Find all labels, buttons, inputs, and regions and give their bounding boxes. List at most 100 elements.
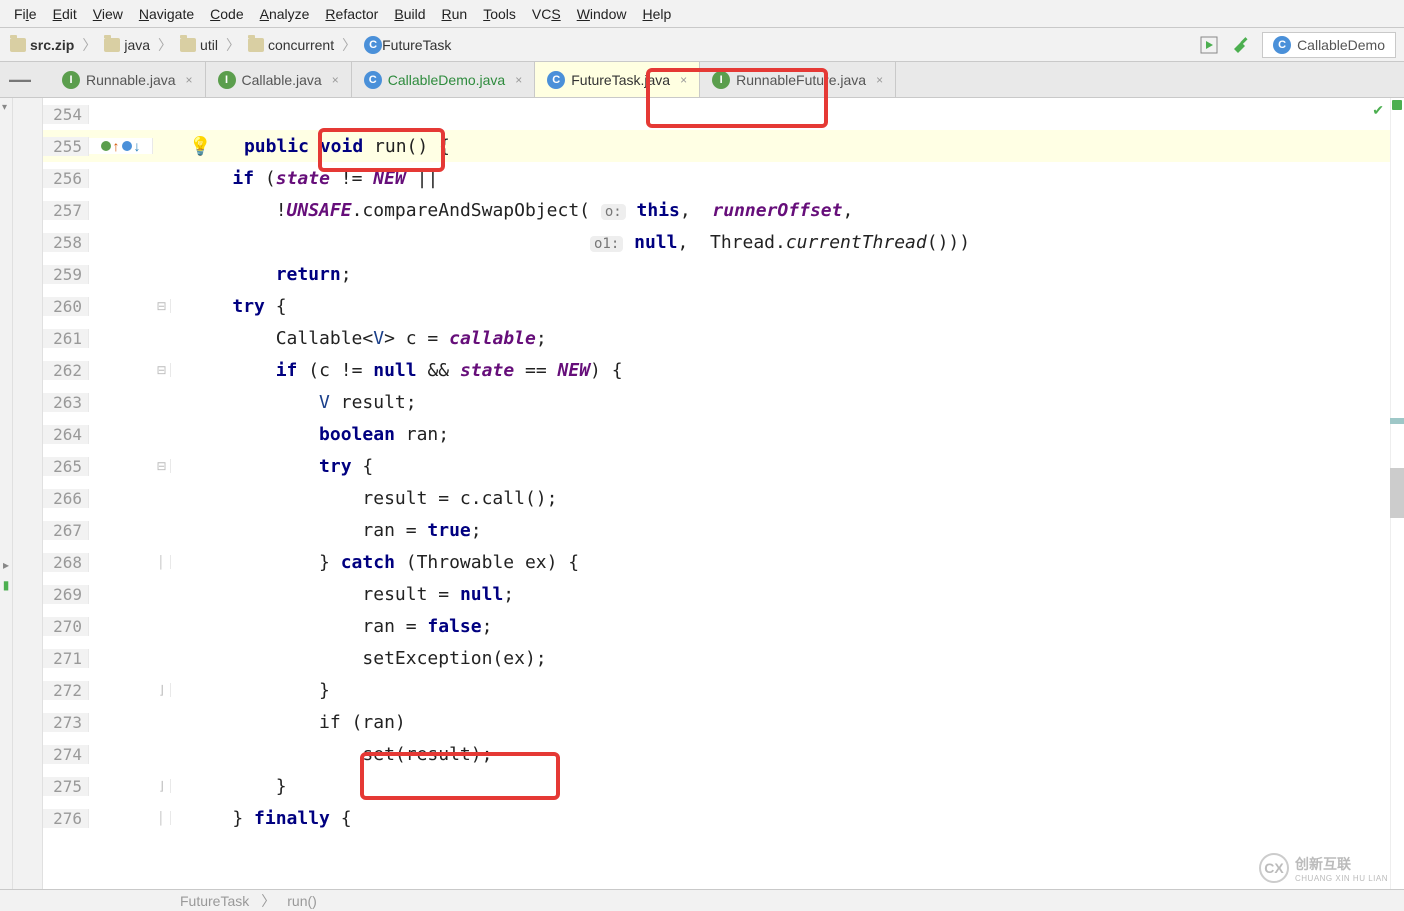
code-text[interactable]: } finally { (171, 808, 1404, 829)
fold-handle[interactable]: ⊟ (153, 363, 171, 377)
menu-navigate[interactable]: Navigate (131, 4, 202, 24)
line-number[interactable]: 262 (43, 361, 89, 380)
intention-bulb-icon[interactable]: 💡 (189, 136, 211, 157)
menu-analyze[interactable]: Analyze (252, 4, 318, 24)
code-line[interactable]: 275 ⌋ } (43, 770, 1404, 802)
code-text[interactable]: result = c.call(); (171, 488, 1404, 509)
structure-tool-icon[interactable]: ▸ (3, 558, 9, 572)
code-line[interactable]: 272⌋ } (43, 674, 1404, 706)
menu-file[interactable]: File (6, 4, 45, 24)
editor-tab[interactable]: CCallableDemo.java× (352, 62, 536, 97)
code-line[interactable]: 259 return; (43, 258, 1404, 290)
line-number[interactable]: 265 (43, 457, 89, 476)
breadcrumb-item[interactable]: C FutureTask (358, 36, 457, 54)
editor-breadcrumb[interactable]: FutureTask 〉 run() (0, 889, 1404, 911)
line-number[interactable]: 258 (43, 233, 89, 252)
right-split-tab[interactable]: C CallableDemo (1262, 32, 1396, 58)
line-number[interactable]: 261 (43, 329, 89, 348)
code-line[interactable]: 264 boolean ran; (43, 418, 1404, 450)
build-icon[interactable] (1230, 34, 1252, 56)
code-line[interactable]: 266 result = c.call(); (43, 482, 1404, 514)
code-line[interactable]: 261 Callable<V> c = callable; (43, 322, 1404, 354)
fold-handle[interactable]: ⊟ (153, 299, 171, 313)
gutter-markers[interactable]: ↑↓ (89, 138, 153, 154)
line-number[interactable]: 256 (43, 169, 89, 188)
breadcrumb-item[interactable]: java (98, 37, 156, 53)
bottom-crumb-class[interactable]: FutureTask (180, 893, 249, 909)
code-text[interactable]: set(result); (171, 744, 1404, 765)
code-line[interactable]: 270 ran = false; (43, 610, 1404, 642)
close-tab-icon[interactable]: × (680, 73, 687, 87)
breadcrumb-item[interactable]: src.zip (4, 37, 80, 53)
menu-build[interactable]: Build (386, 4, 433, 24)
line-number[interactable]: 254 (43, 105, 89, 124)
structure-bar-icon[interactable]: ▮ (3, 578, 10, 592)
line-number[interactable]: 271 (43, 649, 89, 668)
line-number[interactable]: 270 (43, 617, 89, 636)
code-line[interactable]: 269 result = null; (43, 578, 1404, 610)
fold-handle[interactable]: │ (153, 811, 171, 825)
collapse-project-icon[interactable]: — (0, 67, 40, 93)
editor-tab[interactable]: IRunnableFuture.java× (700, 62, 896, 97)
menu-tools[interactable]: Tools (475, 4, 524, 24)
line-number[interactable]: 273 (43, 713, 89, 732)
fold-handle[interactable]: ⌋ (153, 779, 171, 793)
breadcrumb-item[interactable]: concurrent (242, 37, 340, 53)
fold-minus-icon[interactable]: ⊟ (156, 363, 166, 377)
menu-vcs[interactable]: VCS (524, 4, 569, 24)
close-tab-icon[interactable]: × (515, 73, 522, 87)
overview-ruler[interactable] (1390, 98, 1404, 889)
code-text[interactable]: Callable<V> c = callable; (171, 328, 1404, 349)
close-tab-icon[interactable]: × (876, 73, 883, 87)
line-number[interactable]: 263 (43, 393, 89, 412)
code-text[interactable]: } (171, 776, 1404, 797)
code-line[interactable]: 260 ⊟ try { (43, 290, 1404, 322)
editor-tab[interactable]: IRunnable.java× (50, 62, 206, 97)
code-text[interactable]: !UNSAFE.compareAndSwapObject( o: this, r… (171, 200, 1404, 221)
code-text[interactable]: ran = true; (171, 520, 1404, 541)
override-up-icon[interactable] (101, 141, 111, 151)
line-number[interactable]: 257 (43, 201, 89, 220)
fold-minus-icon[interactable]: ⊟ (156, 299, 166, 313)
menu-help[interactable]: Help (635, 4, 680, 24)
code-text[interactable]: setException(ex); (171, 648, 1404, 669)
code-line[interactable]: 262⊟ if (c != null && state == NEW) { (43, 354, 1404, 386)
code-line[interactable]: 257 !UNSAFE.compareAndSwapObject( o: thi… (43, 194, 1404, 226)
line-number[interactable]: 266 (43, 489, 89, 508)
code-line[interactable]: 276│ } finally { (43, 802, 1404, 834)
code-text[interactable]: try { (171, 296, 1404, 317)
fold-handle[interactable]: ⊟ (153, 459, 171, 473)
code-line[interactable]: 268│ } catch (Throwable ex) { (43, 546, 1404, 578)
code-text[interactable]: V result; (171, 392, 1404, 413)
code-line[interactable]: 254 (43, 98, 1404, 130)
breadcrumb-item[interactable]: util (174, 37, 224, 53)
code-text[interactable]: boolean ran; (171, 424, 1404, 445)
code-text[interactable]: ran = false; (171, 616, 1404, 637)
editor-tab[interactable]: ICallable.java× (206, 62, 352, 97)
code-line[interactable]: 258 o1: null, Thread.currentThread())) (43, 226, 1404, 258)
menu-run[interactable]: Run (434, 4, 476, 24)
code-text[interactable]: o1: null, Thread.currentThread())) (171, 232, 1404, 253)
close-tab-icon[interactable]: × (186, 73, 193, 87)
editor-tab[interactable]: CFutureTask.java× (535, 62, 700, 97)
menu-code[interactable]: Code (202, 4, 251, 24)
menu-view[interactable]: View (85, 4, 131, 24)
menu-edit[interactable]: Edit (45, 4, 85, 24)
line-number[interactable]: 260 (43, 297, 89, 316)
close-tab-icon[interactable]: × (332, 73, 339, 87)
line-number[interactable]: 259 (43, 265, 89, 284)
code-text[interactable]: result = null; (171, 584, 1404, 605)
line-number[interactable]: 272 (43, 681, 89, 700)
line-number[interactable]: 264 (43, 425, 89, 444)
code-text[interactable]: try { (171, 456, 1404, 477)
code-text[interactable]: return; (171, 264, 1404, 285)
menu-window[interactable]: Window (569, 4, 635, 24)
code-line[interactable]: 274 set(result); (43, 738, 1404, 770)
line-number[interactable]: 275 (43, 777, 89, 796)
code-line[interactable]: 265 ⊟ try { (43, 450, 1404, 482)
bottom-crumb-method[interactable]: run() (287, 893, 317, 909)
tool-window-stripe-left[interactable]: ▾ ▸ ▮ (0, 98, 13, 889)
code-text[interactable]: if (state != NEW || (171, 168, 1404, 189)
code-line[interactable]: 273 if (ran) (43, 706, 1404, 738)
code-line[interactable]: 271 setException(ex); (43, 642, 1404, 674)
